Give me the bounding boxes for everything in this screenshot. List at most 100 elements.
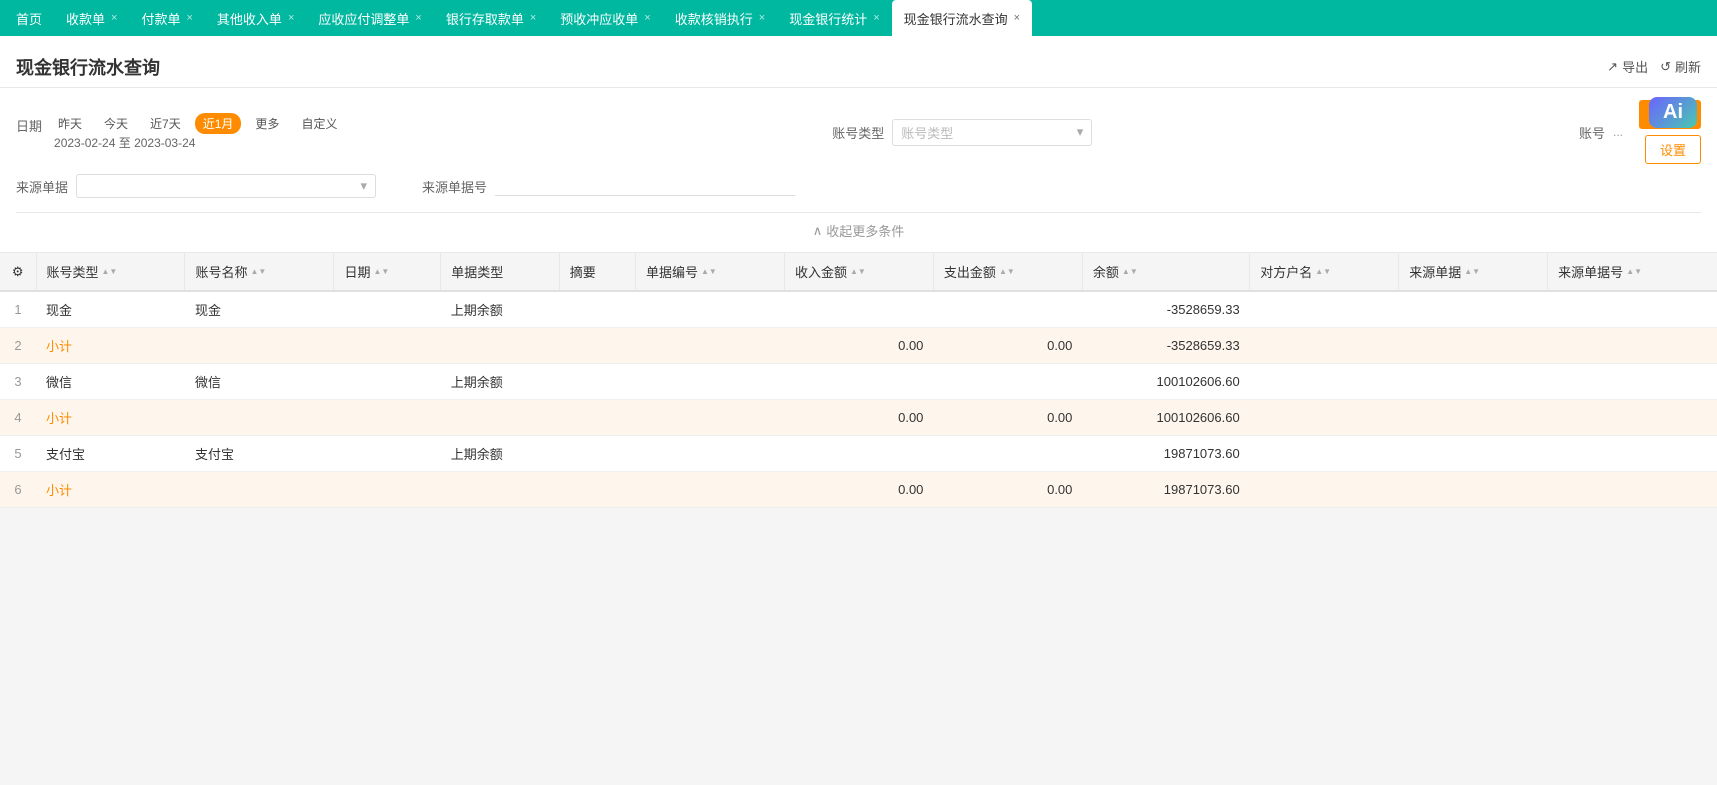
td-row-num: 4 (0, 400, 36, 436)
td-date (334, 328, 441, 364)
td-doc-type (441, 400, 559, 436)
td-account-type: 微信 (36, 364, 185, 400)
td-source-doc-no (1548, 472, 1717, 508)
td-date (334, 472, 441, 508)
top-nav: 首页 收款单 × 付款单 × 其他收入单 × 应收应付调整单 × 银行存取款单 … (0, 0, 1717, 36)
td-account-name (185, 328, 334, 364)
refresh-button[interactable]: ↺ 刷新 (1660, 57, 1701, 76)
th-income[interactable]: 收入金额 ▲▼ (784, 253, 933, 291)
filter-bar: 日期 昨天 今天 近7天 近1月 更多 自定义 2023-02-24 至 202… (0, 88, 1717, 253)
table-container: ⚙ 账号类型 ▲▼ 账号名称 ▲▼ 日期 ▲▼ (0, 253, 1717, 508)
data-table: ⚙ 账号类型 ▲▼ 账号名称 ▲▼ 日期 ▲▼ (0, 253, 1717, 508)
td-row-num: 5 (0, 436, 36, 472)
sort-icon: ▲▼ (1122, 268, 1138, 276)
td-row-num: 2 (0, 328, 36, 364)
td-summary (559, 364, 635, 400)
source-doc-select[interactable]: ▾ (76, 174, 376, 198)
nav-item-adjustment[interactable]: 应收应付调整单 × (306, 0, 433, 36)
th-source-doc[interactable]: 来源单据 ▲▼ (1399, 253, 1548, 291)
td-doc-type (441, 328, 559, 364)
source-doc-num-input[interactable] (495, 176, 795, 196)
td-doc-no (635, 291, 784, 328)
settings-button[interactable]: 设置 (1645, 135, 1701, 164)
account-label: 账号 (1579, 123, 1605, 142)
th-source-doc-no[interactable]: 来源单据号 ▲▼ (1548, 253, 1717, 291)
nav-item-bank-deposit[interactable]: 银行存取款单 × (434, 0, 548, 36)
close-icon[interactable]: × (873, 12, 879, 24)
date-opt-7days[interactable]: 近7天 (142, 113, 189, 134)
td-expense: 0.00 (933, 328, 1082, 364)
nav-item-prepay[interactable]: 预收冲应收单 × (548, 0, 662, 36)
nav-item-payment[interactable]: 付款单 × (129, 0, 204, 36)
sort-icon: ▲▼ (251, 268, 267, 276)
th-doc-no[interactable]: 单据编号 ▲▼ (635, 253, 784, 291)
td-expense (933, 436, 1082, 472)
header-actions: ↗ 导出 ↺ 刷新 (1607, 57, 1701, 76)
td-source-doc-no (1548, 436, 1717, 472)
table-row: 6小计0.000.0019871073.60 (0, 472, 1717, 508)
td-balance: -3528659.33 (1082, 328, 1249, 364)
sort-icon: ▲▼ (999, 268, 1015, 276)
table-row: 3微信微信上期余额100102606.60 (0, 364, 1717, 400)
refresh-icon: ↺ (1660, 59, 1671, 75)
collapse-icon: ∧ (813, 223, 823, 239)
td-doc-type: 上期余额 (441, 436, 559, 472)
td-account-name: 支付宝 (185, 436, 334, 472)
th-expense[interactable]: 支出金额 ▲▼ (933, 253, 1082, 291)
account-type-select[interactable]: 账号类型 ▾ (892, 119, 1092, 146)
account-more-btn[interactable]: ... (1613, 125, 1623, 139)
table-body: 1现金现金上期余额-3528659.332小计0.000.00-3528659.… (0, 291, 1717, 508)
td-expense: 0.00 (933, 400, 1082, 436)
td-doc-no (635, 364, 784, 400)
td-income (784, 364, 933, 400)
th-date[interactable]: 日期 ▲▼ (334, 253, 441, 291)
td-source-doc (1399, 400, 1548, 436)
td-balance: 100102606.60 (1082, 364, 1249, 400)
chevron-down-icon-2: ▾ (360, 178, 367, 194)
td-summary (559, 328, 635, 364)
chevron-down-icon: ▾ (1077, 124, 1084, 140)
td-account-type: 支付宝 (36, 436, 185, 472)
td-expense (933, 364, 1082, 400)
th-gear[interactable]: ⚙ (0, 253, 36, 291)
date-opt-yesterday[interactable]: 昨天 (50, 113, 90, 134)
nav-item-bank-stats[interactable]: 现金银行统计 × (777, 0, 891, 36)
export-button[interactable]: ↗ 导出 (1607, 57, 1648, 76)
ai-badge[interactable]: Ai (1649, 97, 1697, 128)
td-doc-no (635, 472, 784, 508)
close-icon[interactable]: × (530, 12, 536, 24)
account-type-filter: 账号类型 账号类型 ▾ (832, 119, 1092, 146)
close-icon[interactable]: × (186, 12, 192, 24)
sort-icon: ▲▼ (701, 268, 717, 276)
th-account-name[interactable]: 账号名称 ▲▼ (185, 253, 334, 291)
td-source-doc-no (1548, 328, 1717, 364)
collapse-button[interactable]: ∧ 收起更多条件 (16, 212, 1701, 240)
nav-item-receipt[interactable]: 收款单 × (54, 0, 129, 36)
td-doc-no (635, 436, 784, 472)
close-icon[interactable]: × (111, 12, 117, 24)
nav-item-writeoff[interactable]: 收款核销执行 × (663, 0, 777, 36)
nav-item-home[interactable]: 首页 (4, 0, 54, 36)
th-balance[interactable]: 余额 ▲▼ (1082, 253, 1249, 291)
close-icon[interactable]: × (759, 12, 765, 24)
filter-row-1: 日期 昨天 今天 近7天 近1月 更多 自定义 2023-02-24 至 202… (16, 100, 1701, 164)
close-icon[interactable]: × (644, 12, 650, 24)
filter-row-2: 来源单据 ▾ 来源单据号 (16, 174, 1701, 198)
td-row-num: 3 (0, 364, 36, 400)
date-range-display: 2023-02-24 至 2023-03-24 (54, 134, 345, 151)
td-source-doc (1399, 436, 1548, 472)
th-counterpart[interactable]: 对方户名 ▲▼ (1250, 253, 1399, 291)
nav-item-bank-flow[interactable]: 现金银行流水查询 × (892, 0, 1032, 36)
date-opt-today[interactable]: 今天 (96, 113, 136, 134)
sort-icon: ▲▼ (1315, 268, 1331, 276)
th-account-type[interactable]: 账号类型 ▲▼ (36, 253, 185, 291)
close-icon[interactable]: × (288, 12, 294, 24)
date-opt-1month[interactable]: 近1月 (195, 113, 242, 134)
td-counterpart (1250, 400, 1399, 436)
close-icon[interactable]: × (1014, 12, 1020, 24)
close-icon[interactable]: × (415, 12, 421, 24)
td-account-name (185, 472, 334, 508)
date-opt-custom[interactable]: 自定义 (293, 113, 345, 134)
date-opt-more[interactable]: 更多 (247, 113, 287, 134)
nav-item-other-income[interactable]: 其他收入单 × (205, 0, 306, 36)
